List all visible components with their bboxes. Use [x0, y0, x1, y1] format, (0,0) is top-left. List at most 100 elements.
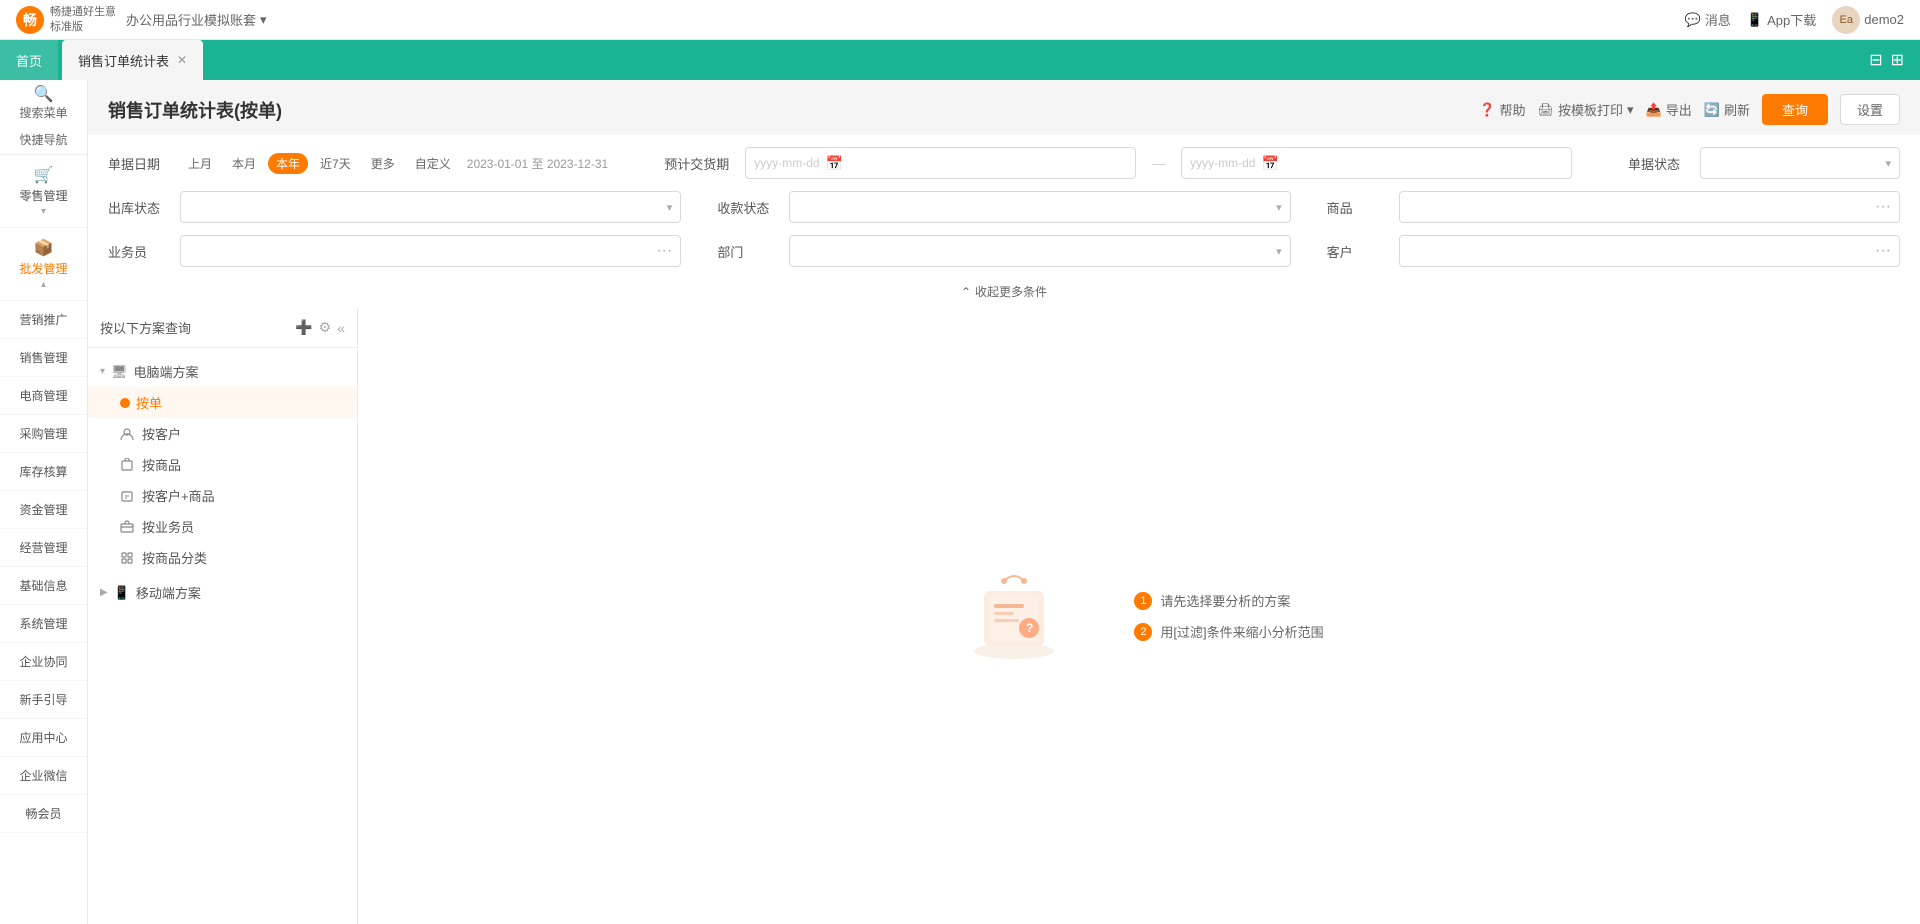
help-button[interactable]: ❓ 帮助: [1479, 100, 1525, 119]
empty-hint-1: 1 请先选择要分析的方案: [1134, 591, 1290, 610]
date-btn-year[interactable]: 本年: [268, 153, 308, 174]
chevron-right-icon: ▶: [100, 587, 108, 598]
scheme-group-pc-header[interactable]: ▾ 🖥 电脑端方案: [88, 356, 357, 387]
filter-section: 单据日期 上月 本月 本年 近7天 更多 自定义 2023-01-01 至 20…: [88, 135, 1920, 279]
print-button[interactable]: 🖨 按模板打印 ▾: [1538, 100, 1634, 119]
goods-select[interactable]: ···: [1399, 191, 1900, 223]
sidebar-item-finance[interactable]: 资金管理: [0, 491, 87, 529]
date-btn-last[interactable]: 上月: [180, 153, 220, 174]
sidebar-item-wholesale[interactable]: 📦 批发管理 ▴: [0, 228, 87, 301]
sidebar-item-basic[interactable]: 基础信息: [0, 567, 87, 605]
pc-icon: 🖥: [111, 364, 128, 380]
sidebar-item-ecommerce[interactable]: 电商管理: [0, 377, 87, 415]
scheme-item-by-staff[interactable]: 按业务员: [88, 511, 357, 542]
top-bar: 畅 畅捷通好生意 标准版 办公用品行业模拟账套 ▾ 💬 消息 📱 App下载 E…: [0, 0, 1920, 40]
top-bar-left: 畅 畅捷通好生意 标准版 办公用品行业模拟账套 ▾: [16, 5, 267, 34]
chevron-down-icon: ▾: [1627, 102, 1634, 118]
collapse-scheme-icon[interactable]: «: [337, 320, 345, 336]
calendar-icon: 📅: [826, 155, 843, 172]
staff-select[interactable]: ···: [180, 235, 681, 267]
minimize-icon[interactable]: ⊟: [1869, 50, 1882, 70]
expected-date-end[interactable]: yyyy-mm-dd 📅: [1181, 147, 1572, 179]
mobile-icon: 📱: [114, 585, 130, 601]
sidebar-item-sales[interactable]: 销售管理: [0, 339, 87, 377]
setting-button[interactable]: 设置: [1840, 94, 1900, 125]
chevron-up-icon: ▴: [41, 279, 46, 290]
user-avatar[interactable]: Ea demo2: [1832, 6, 1904, 34]
customer-select[interactable]: ···: [1399, 235, 1900, 267]
sidebar-item-system[interactable]: 系统管理: [0, 605, 87, 643]
sidebar-item-enterprise[interactable]: 企业协同: [0, 643, 87, 681]
message-icon: 💬: [1685, 12, 1701, 28]
staff-more-icon[interactable]: ···: [656, 242, 672, 260]
logo-text: 畅捷通好生意 标准版: [50, 5, 116, 34]
scheme-header-title: 按以下方案查询: [100, 318, 191, 337]
scheme-header-actions: ➕ ⚙ «: [295, 319, 345, 336]
scheme-item-by-goods[interactable]: 按商品: [88, 449, 357, 480]
add-scheme-icon[interactable]: ➕: [295, 319, 312, 336]
page-actions: ❓ 帮助 🖨 按模板打印 ▾ 📤 导出 🔄 刷新 查询 设置: [1479, 94, 1900, 125]
expected-date-start[interactable]: yyyy-mm-dd 📅: [745, 147, 1136, 179]
filter-row-staff: 业务员 ··· 部门 ▾ 客户 ···: [108, 235, 1900, 267]
staff-label: 业务员: [108, 242, 164, 261]
tab-sales-order-stats[interactable]: 销售订单统计表 ✕: [62, 40, 203, 80]
scheme-item-by-goods-category[interactable]: 按商品分类: [88, 542, 357, 573]
settings-scheme-icon[interactable]: ⚙: [319, 319, 332, 336]
collapse-row: ⌃ 收起更多条件: [88, 279, 1920, 308]
message-button[interactable]: 💬 消息: [1685, 10, 1731, 29]
customer-more-icon[interactable]: ···: [1875, 242, 1891, 260]
tab-bar-actions: ⊟ ⊞: [1869, 50, 1920, 70]
scheme-item-by-order[interactable]: 按单: [88, 387, 357, 418]
sidebar-item-member[interactable]: 畅会员: [0, 795, 87, 833]
scheme-item-by-customer[interactable]: 按客户: [88, 418, 357, 449]
sidebar-item-newguide[interactable]: 新手引导: [0, 681, 87, 719]
collapse-button[interactable]: ⌃ 收起更多条件: [961, 283, 1047, 300]
query-button[interactable]: 查询: [1762, 94, 1828, 125]
date-btn-week[interactable]: 近7天: [312, 153, 359, 174]
help-icon: ❓: [1479, 102, 1495, 118]
sidebar-item-appcenter[interactable]: 应用中心: [0, 719, 87, 757]
ship-status-select[interactable]: ▾: [180, 191, 681, 223]
refresh-icon: 🔄: [1704, 102, 1720, 118]
scheme-header: 按以下方案查询 ➕ ⚙ «: [88, 308, 357, 348]
scheme-group-mobile: ▶ 📱 移动端方案: [88, 577, 357, 608]
goods-label: 商品: [1327, 198, 1383, 217]
tab-home[interactable]: 首页: [0, 40, 58, 80]
hint-number-2: 2: [1134, 623, 1152, 641]
dept-select[interactable]: ▾: [789, 235, 1290, 267]
date-btn-custom[interactable]: 自定义: [407, 153, 459, 174]
sidebar-item-wechat[interactable]: 企业微信: [0, 757, 87, 795]
calendar-icon-end: 📅: [1261, 155, 1278, 172]
search-menu-button[interactable]: 🔍 搜索菜单: [0, 80, 87, 125]
maximize-icon[interactable]: ⊞: [1891, 50, 1904, 70]
chevron-down-icon: ▾: [667, 201, 673, 214]
date-btn-current[interactable]: 本月: [224, 153, 264, 174]
avatar: Ea: [1832, 6, 1860, 34]
date-btn-more[interactable]: 更多: [363, 153, 403, 174]
status-select[interactable]: ▾: [1700, 147, 1900, 179]
logo-area: 畅 畅捷通好生意 标准版: [16, 5, 116, 34]
app-selector[interactable]: 办公用品行业模拟账套 ▾: [126, 10, 267, 29]
filter-row-date: 单据日期 上月 本月 本年 近7天 更多 自定义 2023-01-01 至 20…: [108, 147, 1900, 179]
sidebar-item-operations[interactable]: 经营管理: [0, 529, 87, 567]
scheme-customer-goods-icon: [120, 488, 136, 504]
scheme-item-by-customer-goods[interactable]: 按客户+商品: [88, 480, 357, 511]
wholesale-icon: 📦: [34, 238, 54, 258]
sidebar-item-marketing[interactable]: 营销推广: [0, 301, 87, 339]
quick-nav-button[interactable]: 快捷导航: [0, 125, 87, 155]
pay-status-select[interactable]: ▾: [789, 191, 1290, 223]
goods-more-icon[interactable]: ···: [1875, 198, 1891, 216]
result-panel: ? 1 请先选择要分析的方案 2: [358, 308, 1920, 924]
refresh-button[interactable]: 🔄 刷新: [1704, 100, 1750, 119]
sidebar-item-inventory[interactable]: 库存核算: [0, 453, 87, 491]
export-button[interactable]: 📤 导出: [1646, 100, 1692, 119]
sidebar-item-retail[interactable]: 🛒 零售管理 ▾: [0, 155, 87, 228]
scheme-group-mobile-header[interactable]: ▶ 📱 移动端方案: [88, 577, 357, 608]
tab-close-icon[interactable]: ✕: [177, 53, 187, 67]
hint-text-2: 用[过滤]条件来缩小分析范围: [1160, 622, 1323, 641]
empty-state-container: ? 1 请先选择要分析的方案 2: [954, 556, 1323, 676]
main-layout: 🔍 搜索菜单 快捷导航 🛒 零售管理 ▾ 📦 批发管理 ▴ 营销推广 销售管理 …: [0, 80, 1920, 924]
app-download-button[interactable]: 📱 App下载: [1747, 10, 1816, 29]
sidebar-item-purchase[interactable]: 采购管理: [0, 415, 87, 453]
chevron-up-icon: ⌃: [961, 285, 971, 299]
